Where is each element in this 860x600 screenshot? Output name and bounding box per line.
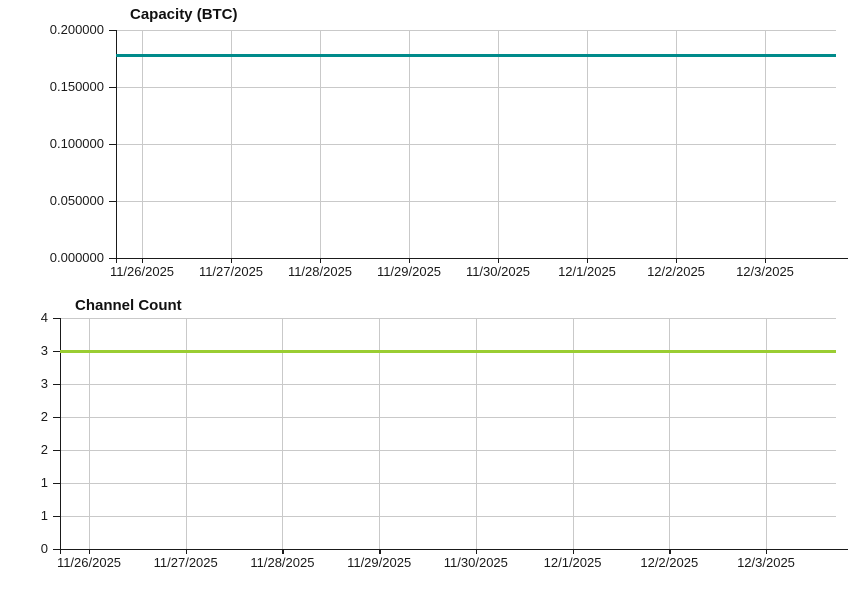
channel-count-x-tick-label: 11/26/2025 [56, 555, 122, 570]
channel-count-y-tick-label: 3 [40, 343, 48, 358]
channel-count-h-gridline [60, 450, 836, 451]
channel-count-y-tickmark [53, 549, 60, 551]
channel-count-y-tick-label: 4 [40, 310, 48, 325]
channel-count-y-tickmark [53, 351, 60, 353]
channel-count-y-tick-label: 2 [40, 442, 48, 457]
channel-count-chart: 4 3 3 2 2 1 1 0 11/26/2025 11/27/2025 11/28/2025 11… [0, 0, 860, 600]
channel-count-y-tick-label: 1 [40, 475, 48, 490]
channel-count-v-gridline [89, 318, 90, 549]
channel-count-v-gridline [475, 318, 477, 549]
channel-count-v-gridline [379, 318, 381, 549]
channel-count-v-gridline [572, 318, 574, 549]
channel-count-h-gridline [60, 384, 836, 385]
channel-count-v-gridline [185, 318, 187, 549]
charts-canvas: Capacity (BTC) Channel Count 0.200000 0.1… [0, 0, 860, 600]
channel-count-x-tick-label: 12/3/2025 [737, 555, 795, 570]
channel-count-y-tickmark [53, 318, 60, 320]
channel-count-y-tickmark [53, 384, 60, 386]
channel-count-x-tick-label: 11/29/2025 [347, 555, 412, 570]
channel-count-y-axis-line [60, 318, 62, 554]
channel-count-y-tick-label: 3 [40, 376, 48, 391]
channel-count-v-gridline [282, 318, 284, 549]
channel-count-h-gridline [60, 417, 836, 418]
channel-count-x-tick-label: 12/1/2025 [543, 555, 602, 570]
channel-count-y-tickmark [53, 417, 60, 419]
channel-count-y-tick-label: 0 [40, 541, 48, 556]
channel-count-y-tickmark [53, 483, 60, 485]
channel-count-y-tickmark [53, 516, 60, 518]
channel-count-y-tick-label: 1 [40, 508, 48, 523]
channel-count-y-tickmark [53, 450, 60, 452]
channel-count-x-tick-label: 11/30/2025 [443, 555, 508, 570]
channel-count-h-gridline [60, 318, 836, 319]
channel-count-h-gridline [60, 516, 836, 517]
channel-count-y-tick-label: 2 [40, 409, 48, 424]
channel-count-h-gridline [60, 483, 836, 484]
channel-count-series-line [60, 349, 836, 353]
channel-count-x-tick-label: 11/28/2025 [250, 555, 315, 570]
channel-count-x-axis-line [60, 549, 848, 551]
channel-count-v-gridline [766, 318, 767, 549]
channel-count-x-tick-label: 12/2/2025 [640, 555, 699, 570]
channel-count-v-gridline [669, 318, 671, 549]
capacity-series-line [116, 54, 836, 58]
channel-count-x-tick-label: 11/27/2025 [153, 555, 218, 570]
